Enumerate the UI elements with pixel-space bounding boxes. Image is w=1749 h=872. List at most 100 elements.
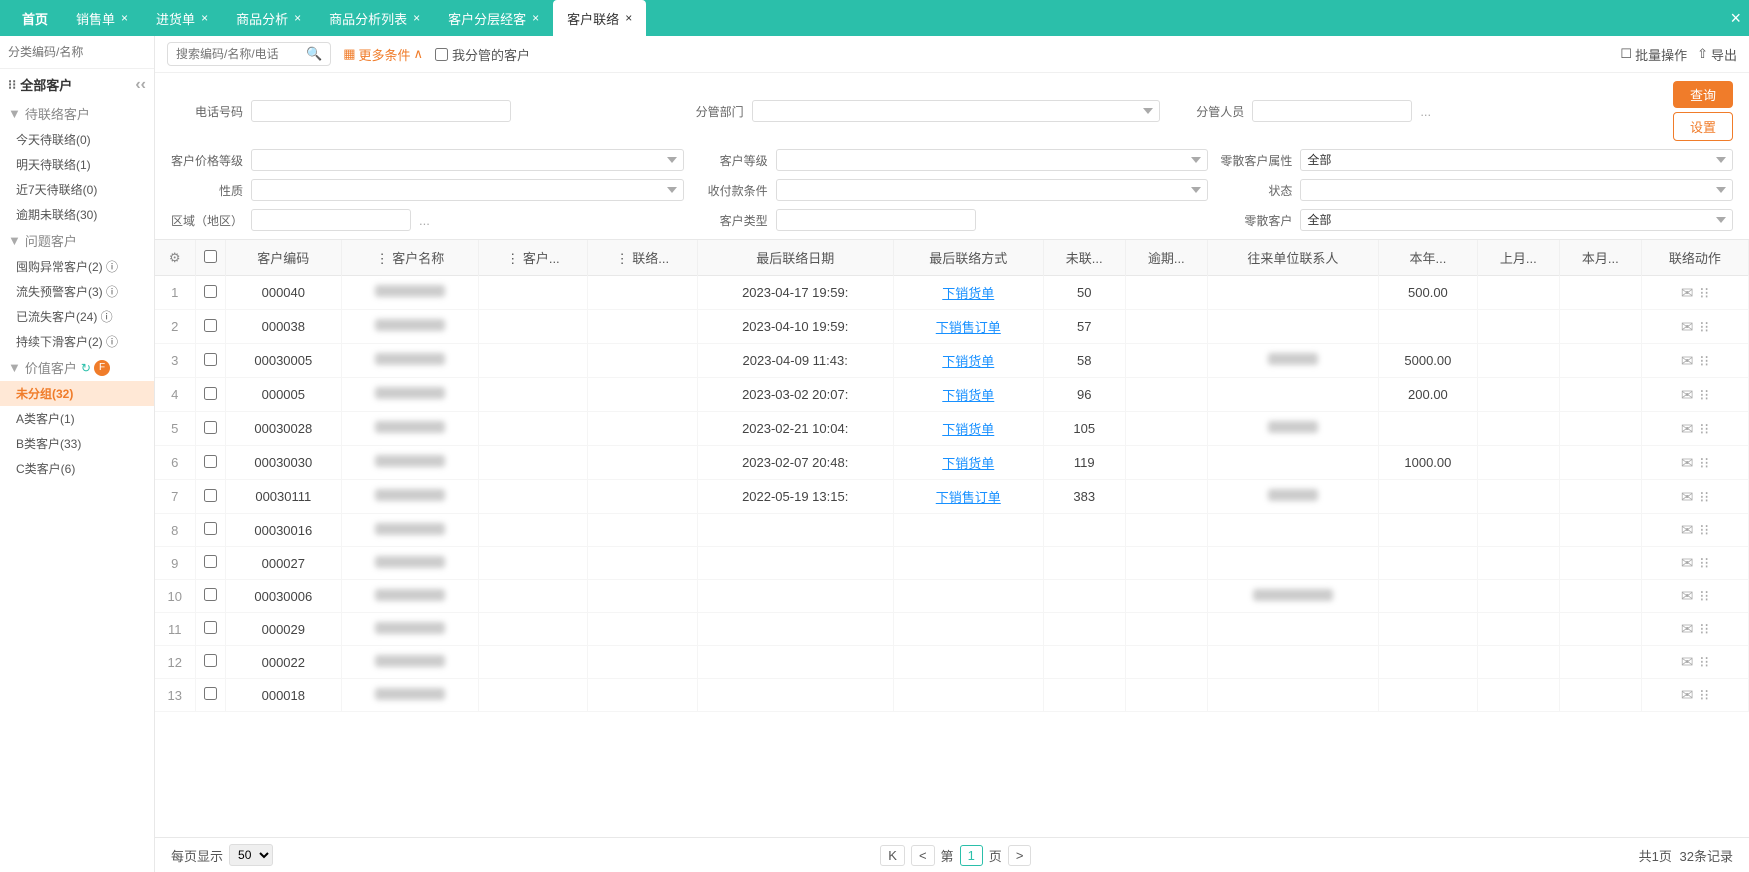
tab-product-analysis-list-close[interactable]: × [413,11,420,25]
sidebar-item-loss-warning[interactable]: 流失预警客户(3) ⓘ [0,279,154,304]
gender-select[interactable] [251,179,684,201]
th-year-amount[interactable]: 本年... [1379,240,1478,276]
row-checkbox[interactable] [204,621,217,634]
tab-product-analysis[interactable]: 商品分析 × [222,0,315,36]
sidebar-item-today[interactable]: 今天待联络(0) [0,127,154,152]
all-customers-header[interactable]: ⁝⁝ 全部客户 ‹‹ [0,69,154,100]
payment-select[interactable] [776,179,1209,201]
query-button[interactable]: 查询 [1673,81,1733,108]
row-last-contact-way[interactable]: 下销货单 [893,344,1043,378]
chat-icon[interactable]: ✉ [1681,454,1694,472]
group-pending-contact[interactable]: ▼ 待联络客户 [0,100,154,127]
more-conditions-btn[interactable]: ▦ 更多条件 ∧ [343,45,423,64]
th-last-contact-way[interactable]: 最后联络方式 [893,240,1043,276]
chat-icon[interactable]: ✉ [1681,521,1694,539]
retail-attr-select[interactable]: 全部 [1300,149,1733,171]
row-checkbox[interactable] [204,455,217,468]
my-customers-checkbox[interactable] [435,48,448,61]
chat-icon[interactable]: ✉ [1681,318,1694,336]
refresh-icon[interactable]: ↻ [81,361,91,375]
th-customer-name[interactable]: ⋮ 客户名称 [342,240,479,276]
region-input[interactable] [251,209,411,231]
more-icon[interactable]: ⁝⁝ [1699,386,1709,404]
more-icon[interactable]: ⁝⁝ [1699,620,1709,638]
sidebar-item-tomorrow[interactable]: 明天待联络(1) [0,152,154,177]
reset-button[interactable]: 设置 [1673,112,1733,141]
row-checkbox[interactable] [204,522,217,535]
tab-purchase[interactable]: 进货单 × [142,0,222,36]
tab-customer-segment[interactable]: 客户分层经客 × [434,0,553,36]
sidebar-item-7days[interactable]: 近7天待联络(0) [0,177,154,202]
sidebar-item-declining[interactable]: 持续下滑客户(2) ⓘ [0,329,154,354]
sidebar-item-class-b[interactable]: B类客户(33) [0,431,154,456]
more-icon[interactable]: ⁝⁝ [1699,686,1709,704]
sidebar-item-class-c[interactable]: C类客户(6) [0,456,154,481]
customer-level-select[interactable] [776,149,1209,171]
tab-product-analysis-list[interactable]: 商品分析列表 × [315,0,434,36]
th-not-contact[interactable]: 未联... [1043,240,1125,276]
more-icon[interactable]: ⁝⁝ [1699,653,1709,671]
tab-sales-close[interactable]: × [121,11,128,25]
sidebar-search-input[interactable] [8,45,155,59]
sidebar-item-overdue[interactable]: 逾期未联络(30) [0,202,154,227]
manager-input[interactable] [1252,100,1412,122]
my-customers-filter[interactable]: 我分管的客户 [435,45,530,64]
page-size-select[interactable]: 50 [229,844,273,866]
sidebar-item-lost[interactable]: 已流失客户(24) ⓘ [0,304,154,329]
status-select[interactable] [1300,179,1733,201]
batch-operations-btn[interactable]: ☐ 批量操作 [1620,45,1687,64]
more-icon[interactable]: ⁝⁝ [1699,521,1709,539]
dept-select[interactable] [752,100,1161,122]
row-last-contact-way[interactable]: 下销售订单 [893,480,1043,514]
more-icon[interactable]: ⁝⁝ [1699,284,1709,302]
filter-search-input[interactable] [176,47,306,61]
row-last-contact-way[interactable]: 下销售订单 [893,310,1043,344]
phone-input[interactable] [251,100,511,122]
settings-icon[interactable]: ⚙ [169,250,181,265]
row-checkbox[interactable] [204,687,217,700]
chat-icon[interactable]: ✉ [1681,420,1694,438]
first-page-btn[interactable]: K [880,845,905,866]
tab-customer-contact[interactable]: 客户联络 × [553,0,646,36]
chat-icon[interactable]: ✉ [1681,386,1694,404]
collapse-icon[interactable]: ‹‹ [135,76,146,94]
select-all-checkbox[interactable] [204,250,217,263]
th-last-contact-date[interactable]: 最后联络日期 [697,240,893,276]
retail-customer-select[interactable]: 全部 [1300,209,1733,231]
chat-icon[interactable]: ✉ [1681,653,1694,671]
th-customer-code[interactable]: 客户编码 [225,240,342,276]
more-icon[interactable]: ⁝⁝ [1699,352,1709,370]
row-checkbox[interactable] [204,654,217,667]
tab-customer-segment-close[interactable]: × [532,11,539,25]
prev-page-btn[interactable]: < [911,845,935,866]
chat-icon[interactable]: ✉ [1681,284,1694,302]
chat-icon[interactable]: ✉ [1681,488,1694,506]
tab-product-analysis-close[interactable]: × [294,11,301,25]
th-last-month[interactable]: 上月... [1477,240,1559,276]
export-btn[interactable]: ⇧ 导出 [1697,45,1737,64]
region-more-icon[interactable]: ... [419,213,430,228]
row-checkbox[interactable] [204,421,217,434]
more-icon[interactable]: ⁝⁝ [1699,420,1709,438]
tab-purchase-close[interactable]: × [201,11,208,25]
customer-type-input[interactable] [776,209,976,231]
more-icon[interactable]: ⁝⁝ [1699,587,1709,605]
row-checkbox[interactable] [204,588,217,601]
row-checkbox[interactable] [204,353,217,366]
window-close[interactable]: × [1730,8,1741,29]
th-contacts-person[interactable]: 往来单位联系人 [1207,240,1378,276]
row-checkbox[interactable] [204,285,217,298]
row-last-contact-way[interactable]: 下销货单 [893,412,1043,446]
row-checkbox[interactable] [204,387,217,400]
next-page-btn[interactable]: > [1008,845,1032,866]
manager-more-icon[interactable]: ... [1420,104,1431,119]
sidebar-item-ungrouped[interactable]: 未分组(32) [0,381,154,406]
sidebar-item-hoarding-abnormal[interactable]: 囤购异常客户(2) ⓘ [0,254,154,279]
row-checkbox[interactable] [204,489,217,502]
more-icon[interactable]: ⁝⁝ [1699,454,1709,472]
row-last-contact-way[interactable]: 下销货单 [893,276,1043,310]
th-contact[interactable]: ⋮ 联络... [588,240,697,276]
th-customer-type[interactable]: ⋮ 客户... [478,240,587,276]
more-icon[interactable]: ⁝⁝ [1699,318,1709,336]
sidebar-item-class-a[interactable]: A类客户(1) [0,406,154,431]
